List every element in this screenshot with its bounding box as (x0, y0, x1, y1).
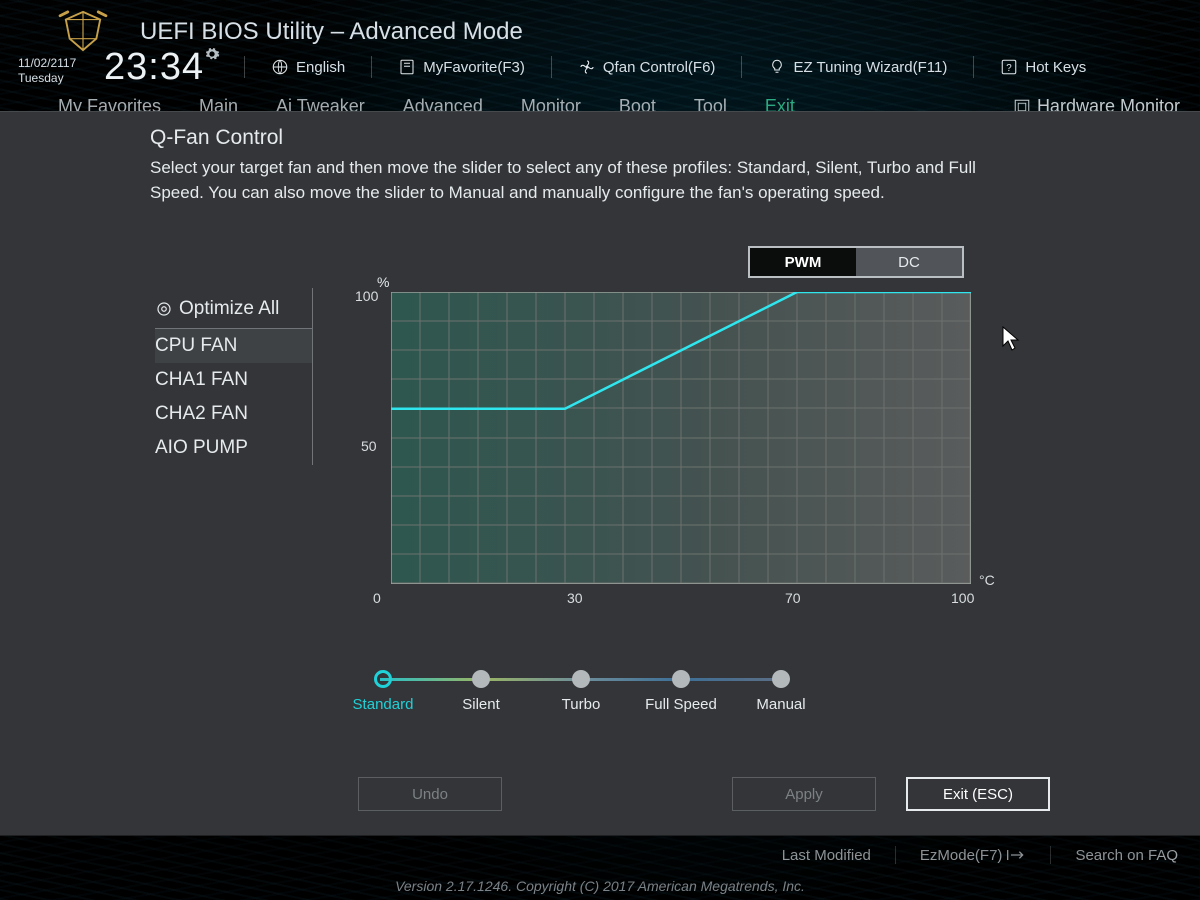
last-modified-link[interactable]: Last Modified (782, 847, 871, 864)
profile-stop-standard[interactable] (374, 670, 392, 688)
hotkeys-label: Hot Keys (1025, 59, 1086, 76)
fan-icon (578, 58, 596, 76)
fan-cha1[interactable]: CHA1 FAN (155, 363, 312, 397)
fan-cpu[interactable]: CPU FAN (155, 329, 312, 363)
profile-label-standard: Standard (353, 696, 414, 713)
footer-bar: Last Modified EzMode(F7) Search on FAQ (0, 840, 1200, 870)
book-icon (398, 58, 416, 76)
bulb-icon (768, 58, 786, 76)
panel-button-row: Apply Exit (ESC) (0, 777, 1200, 811)
toolbar-divider (244, 56, 245, 78)
footer-divider (895, 846, 896, 864)
y-axis-unit: % (377, 274, 389, 290)
apply-button[interactable]: Apply (732, 777, 876, 811)
profile-label-silent: Silent (462, 696, 500, 713)
top-bar: UEFI BIOS Utility – Advanced Mode 11/02/… (0, 0, 1200, 96)
target-icon (155, 300, 173, 318)
profile-label-fullspeed: Full Speed (645, 696, 717, 713)
optimize-all-label: Optimize All (179, 298, 279, 320)
myfavorite-button[interactable]: MyFavorite(F3) (398, 58, 525, 76)
x-axis-unit: °C (979, 572, 995, 588)
hotkeys-button[interactable]: ? Hot Keys (1000, 58, 1086, 76)
date-value: 11/02/2117 (18, 56, 76, 70)
toolbar-divider (741, 56, 742, 78)
copyright-text: Version 2.17.1246. Copyright (C) 2017 Am… (0, 878, 1200, 894)
system-date: 11/02/2117 Tuesday (18, 56, 76, 86)
toolbar-divider (371, 56, 372, 78)
fan-cha2[interactable]: CHA2 FAN (155, 397, 312, 431)
globe-icon (271, 58, 289, 76)
qfan-control-panel: Q-Fan Control Select your target fan and… (0, 111, 1200, 836)
mode-dc[interactable]: DC (856, 248, 962, 276)
eztune-label: EZ Tuning Wizard(F11) (793, 59, 947, 76)
fan-list: Optimize All CPU FAN CHA1 FAN CHA2 FAN A… (155, 288, 313, 465)
profile-label-manual: Manual (756, 696, 805, 713)
myfavorite-label: MyFavorite(F3) (423, 59, 525, 76)
app-title: UEFI BIOS Utility – Advanced Mode (140, 18, 523, 46)
ezmode-label: EzMode(F7) (920, 847, 1003, 864)
x-tick-100: 100 (951, 590, 974, 606)
help-icon: ? (1000, 58, 1018, 76)
faq-link[interactable]: Search on FAQ (1075, 847, 1178, 864)
profile-stop-manual[interactable] (772, 670, 790, 688)
optimize-all-button[interactable]: Optimize All (155, 294, 312, 329)
fan-aio[interactable]: AIO PUMP (155, 431, 312, 465)
profile-stop-fullspeed[interactable] (672, 670, 690, 688)
fan-curve-plot[interactable] (391, 292, 971, 584)
language-label: English (296, 59, 345, 76)
profile-slider[interactable]: Standard Silent Turbo Full Speed Manual (370, 664, 790, 736)
panel-title: Q-Fan Control (150, 126, 1050, 150)
panel-description: Select your target fan and then move the… (150, 156, 1030, 205)
ez-tuning-button[interactable]: EZ Tuning Wizard(F11) (768, 58, 947, 76)
profile-stop-silent[interactable] (472, 670, 490, 688)
ezmode-link[interactable]: EzMode(F7) (920, 847, 1027, 864)
mode-pwm[interactable]: PWM (750, 248, 856, 276)
y-tick-50: 50 (361, 438, 377, 454)
day-value: Tuesday (18, 71, 64, 85)
settings-gear-icon[interactable] (204, 46, 220, 67)
y-tick-100: 100 (355, 288, 378, 304)
fan-curve-chart: % 100 50 0 30 70 100 °C (355, 274, 995, 614)
x-tick-70: 70 (785, 590, 801, 606)
qfan-control-button[interactable]: Qfan Control(F6) (578, 58, 716, 76)
exit-button[interactable]: Exit (ESC) (906, 777, 1050, 811)
x-tick-0: 0 (373, 590, 381, 606)
qfan-label: Qfan Control(F6) (603, 59, 716, 76)
system-time: 23:34 (104, 46, 204, 89)
x-tick-30: 30 (567, 590, 583, 606)
svg-text:?: ? (1007, 63, 1013, 74)
exit-arrow-icon (1006, 848, 1026, 862)
footer-divider (1050, 846, 1051, 864)
profile-stop-turbo[interactable] (572, 670, 590, 688)
toolbar-divider (973, 56, 974, 78)
toolbar-divider (551, 56, 552, 78)
header-toolbar: English MyFavorite(F3) Qfan Control(F6) … (244, 56, 1086, 78)
language-selector[interactable]: English (271, 58, 345, 76)
profile-label-turbo: Turbo (562, 696, 601, 713)
